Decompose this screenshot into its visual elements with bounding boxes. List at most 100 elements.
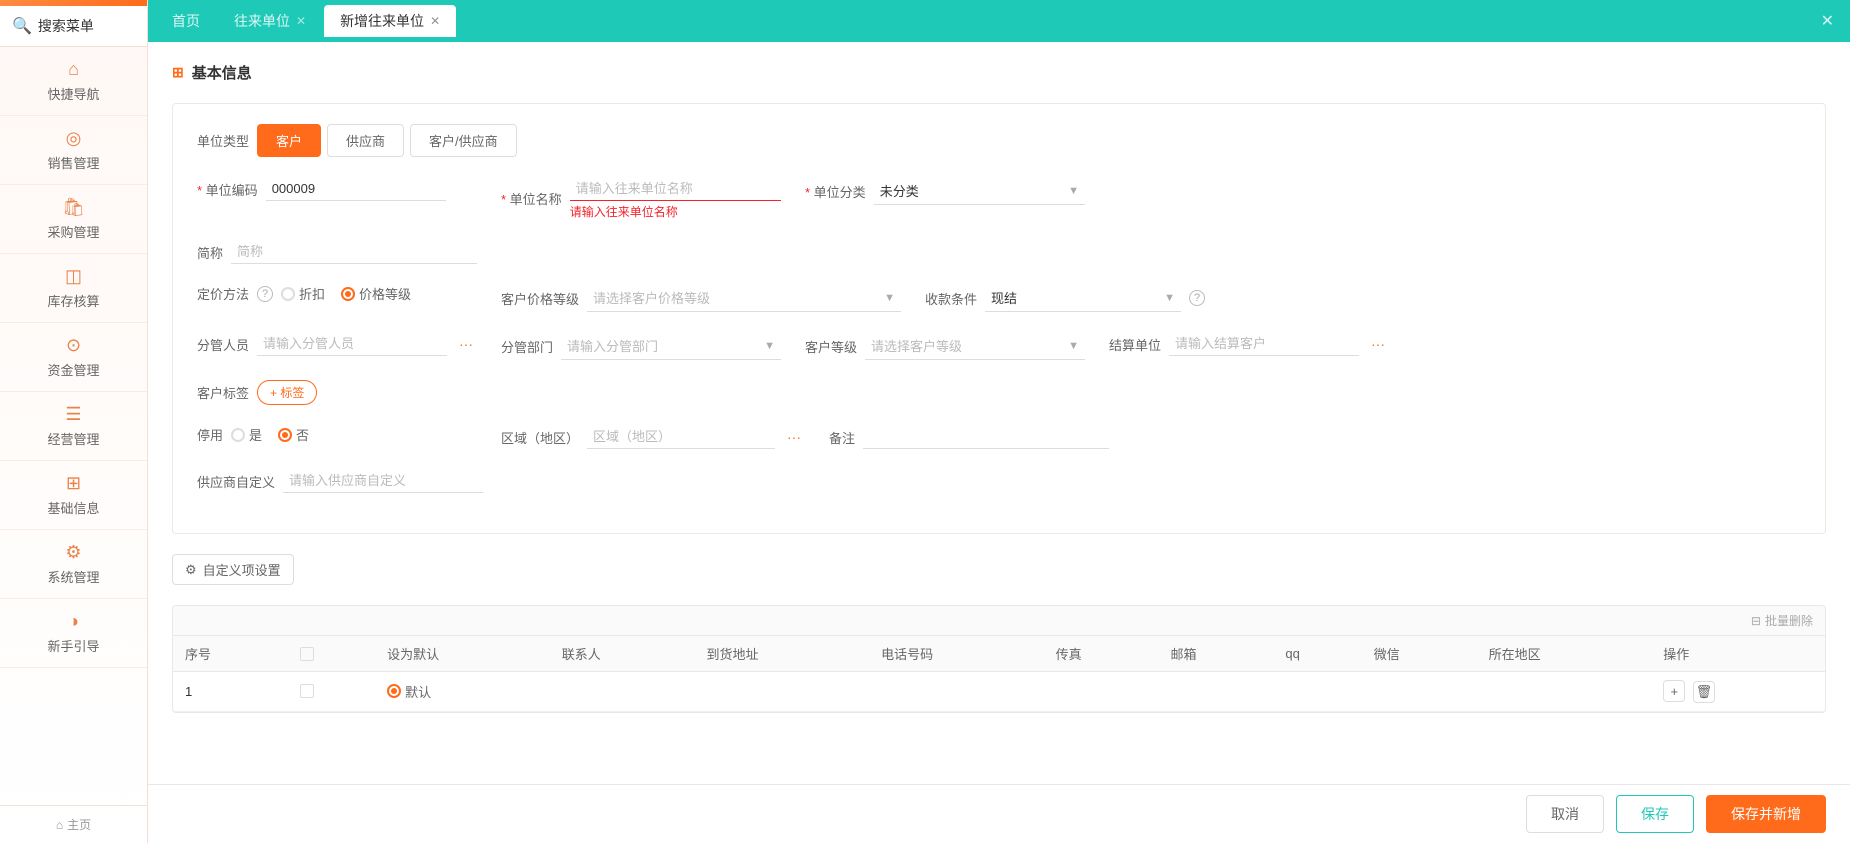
short-name-row: 简称	[197, 240, 1801, 264]
sidebar-bottom-home[interactable]: ⌂主页	[0, 806, 147, 843]
pricing-help-icon[interactable]: ?	[257, 286, 273, 302]
sidebar-item-purchase[interactable]: 🛍 采购管理	[0, 185, 147, 254]
remark-input[interactable]	[863, 425, 1109, 449]
disable-yes-option[interactable]: 是	[231, 425, 262, 444]
sidebar-item-label-basic-info: 基础信息	[47, 498, 99, 517]
sidebar-item-inventory[interactable]: ◫ 库存核算	[0, 254, 147, 323]
settlement-unit-input[interactable]	[1169, 332, 1359, 356]
sidebar: 🔍 搜索菜单 ⌂ 快捷导航 ◎ 销售管理 🛍 采购管理 ◫ 库存核算 ⊙ 资金管…	[0, 0, 148, 843]
add-tag-button[interactable]: + 标签	[257, 380, 317, 405]
row-wechat	[1362, 672, 1477, 712]
select-all-checkbox[interactable]	[300, 647, 314, 661]
sidebar-item-system[interactable]: ⚙ 系统管理	[0, 530, 147, 599]
payment-help-icon[interactable]: ?	[1189, 290, 1205, 306]
disable-no-option[interactable]: 否	[278, 425, 309, 444]
row-delete-button[interactable]: 🗑	[1693, 681, 1715, 703]
quick-nav-icon: ⌂	[68, 59, 79, 80]
type-btn-supplier[interactable]: 供应商	[327, 124, 404, 157]
manager-row: 分管人员 ··· 分管部门 请输入分管部门 ▼ 客户等级 请选择客户等级 ▼	[197, 332, 1801, 360]
remark-group: 备注	[829, 425, 1109, 449]
pricing-discount-label: 折扣	[299, 284, 325, 303]
unit-category-select[interactable]: 未分类 ▼	[874, 177, 1085, 205]
contact-table: 序号 设为默认 联系人 到货地址 电话号码 传真 邮箱 qq 微信 所在地区 操…	[173, 636, 1825, 712]
customer-level-label: 客户等级	[805, 337, 857, 356]
unit-type-label: 单位类型	[197, 131, 249, 150]
search-icon: 🔍	[12, 16, 32, 36]
disable-no-radio	[278, 428, 292, 442]
batch-delete-icon: ⊟	[1751, 614, 1761, 628]
customer-price-group: 客户价格等级 请选择客户价格等级 ▼	[501, 284, 901, 312]
tag-group: 客户标签 + 标签	[197, 380, 477, 405]
customer-price-select[interactable]: 请选择客户价格等级 ▼	[587, 284, 901, 312]
sidebar-item-operation[interactable]: ☰ 经营管理	[0, 392, 147, 461]
unit-type-group: 单位类型 客户供应商客户/供应商	[197, 124, 517, 157]
sidebar-item-finance[interactable]: ⊙ 资金管理	[0, 323, 147, 392]
sidebar-search[interactable]: 🔍 搜索菜单	[0, 6, 147, 47]
row-check[interactable]	[300, 684, 314, 698]
section-icon: ⊞	[172, 64, 184, 81]
sidebar-item-basic-info[interactable]: ⊞ 基础信息	[0, 461, 147, 530]
pricing-level-option[interactable]: 价格等级	[341, 284, 411, 303]
sidebar-items: ⌂ 快捷导航 ◎ 销售管理 🛍 采购管理 ◫ 库存核算 ⊙ 资金管理 ☰ 经营管…	[0, 47, 147, 668]
customer-level-arrow: ▼	[1068, 340, 1079, 352]
sidebar-item-label-finance: 资金管理	[47, 360, 99, 379]
code-name-row: 单位编码 000009 单位名称 请输入往来单位名称 单位分类 未分类 ▼	[197, 177, 1801, 220]
tab-new-partner[interactable]: 新增往来单位✕	[324, 5, 456, 37]
disable-radio-group: 是 否	[231, 425, 309, 444]
pricing-discount-option[interactable]: 折扣	[281, 284, 325, 303]
tab-bar-close-icon[interactable]: ✕	[1813, 7, 1842, 35]
main-area: 首页往来单位✕新增往来单位✕ ✕ ⊞ 基本信息 单位类型 客户供应商客户/供应商…	[148, 0, 1850, 843]
custom-setting-icon: ⚙	[185, 562, 197, 578]
tab-partners[interactable]: 往来单位✕	[218, 5, 322, 37]
type-btn-customer[interactable]: 客户	[257, 124, 321, 157]
dept-select[interactable]: 请输入分管部门 ▼	[561, 332, 781, 360]
sidebar-bottom: ⌂主页	[0, 805, 147, 843]
payment-condition-select[interactable]: 现结 ▼	[985, 284, 1181, 312]
table-body: 1 默认	[173, 672, 1825, 712]
customer-level-group: 客户等级 请选择客户等级 ▼	[805, 332, 1085, 360]
tab-close-new-partner[interactable]: ✕	[430, 14, 440, 28]
type-btn-both[interactable]: 客户/供应商	[410, 124, 517, 157]
payment-condition-arrow: ▼	[1164, 292, 1175, 304]
region-input[interactable]	[587, 425, 775, 449]
table-header-bar: ⊟ 批量删除	[173, 606, 1825, 636]
disable-no-label: 否	[296, 425, 309, 444]
unit-name-input[interactable]	[570, 177, 781, 201]
section-title: ⊞ 基本信息	[172, 62, 1826, 83]
col-qq: qq	[1273, 636, 1361, 672]
sales-icon: ◎	[66, 128, 82, 149]
region-ellipsis[interactable]: ···	[783, 427, 805, 447]
custom-setting-button[interactable]: ⚙ 自定义项设置	[172, 554, 294, 585]
table-head: 序号 设为默认 联系人 到货地址 电话号码 传真 邮箱 qq 微信 所在地区 操…	[173, 636, 1825, 672]
supplier-custom-input[interactable]	[283, 469, 483, 493]
unit-code-input[interactable]: 000009	[266, 177, 446, 201]
manager-ellipsis[interactable]: ···	[455, 334, 477, 354]
sidebar-item-quick-nav[interactable]: ⌂ 快捷导航	[0, 47, 147, 116]
tab-close-partners[interactable]: ✕	[296, 14, 306, 28]
save-new-button[interactable]: 保存并新增	[1706, 795, 1826, 833]
sidebar-item-sales[interactable]: ◎ 销售管理	[0, 116, 147, 185]
manager-input[interactable]	[257, 332, 447, 356]
tab-home[interactable]: 首页	[156, 5, 216, 37]
guide-icon: ◑	[68, 611, 79, 632]
table-header-row: 序号 设为默认 联系人 到货地址 电话号码 传真 邮箱 qq 微信 所在地区 操…	[173, 636, 1825, 672]
contact-table-container: ⊟ 批量删除 序号 设为默认 联系人 到货地址 电话号码 传真 邮箱 qq	[172, 605, 1826, 713]
sidebar-item-label-system: 系统管理	[47, 567, 99, 586]
settlement-unit-ellipsis[interactable]: ···	[1367, 334, 1389, 354]
row-qq	[1273, 672, 1361, 712]
batch-delete-button[interactable]: ⊟ 批量删除	[1751, 612, 1813, 629]
row-add-button[interactable]: +	[1663, 680, 1685, 702]
tabs-container: 首页往来单位✕新增往来单位✕	[156, 5, 456, 37]
disable-row: 停用 是 否 区域（地区） ···	[197, 425, 1801, 449]
pricing-radio-group: 折扣 价格等级	[281, 284, 411, 303]
cancel-button[interactable]: 取消	[1526, 795, 1604, 833]
short-name-input[interactable]	[231, 240, 477, 264]
payment-condition-label: 收款条件	[925, 289, 977, 308]
unit-name-error: 请输入往来单位名称	[570, 203, 781, 220]
row-default-radio[interactable]: 默认	[387, 682, 538, 701]
short-name-label: 简称	[197, 243, 223, 262]
sidebar-item-guide[interactable]: ◑ 新手引导	[0, 599, 147, 668]
customer-level-select[interactable]: 请选择客户等级 ▼	[865, 332, 1085, 360]
sidebar-search-label: 搜索菜单	[38, 16, 94, 36]
save-button[interactable]: 保存	[1616, 795, 1694, 833]
